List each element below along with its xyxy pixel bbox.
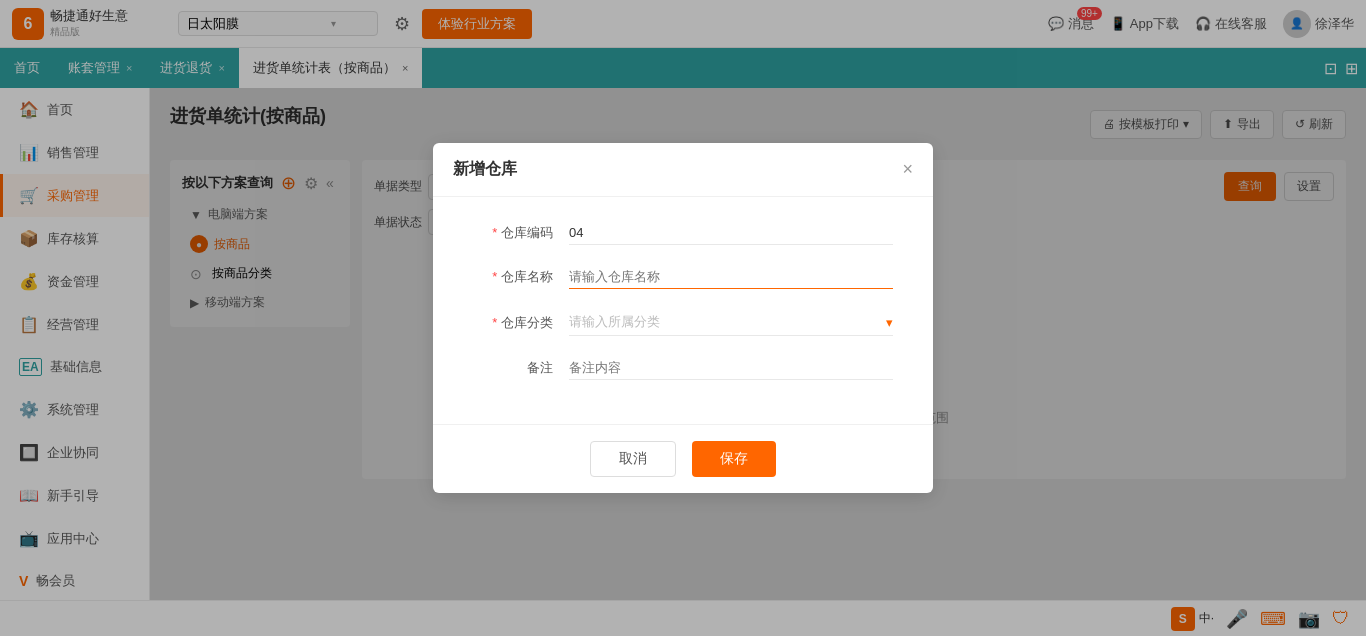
modal-close-button[interactable]: × [902, 159, 913, 180]
remark-input[interactable] [569, 356, 893, 380]
save-button[interactable]: 保存 [692, 441, 776, 477]
code-label: 仓库编码 [473, 224, 553, 242]
modal-title: 新增仓库 [453, 159, 517, 180]
remark-label: 备注 [473, 359, 553, 377]
form-item-code: 仓库编码 [473, 221, 893, 245]
name-label: 仓库名称 [473, 268, 553, 286]
name-input[interactable] [569, 265, 893, 289]
category-select[interactable]: 请输入所属分类 ▾ [569, 309, 893, 336]
code-input[interactable] [569, 221, 893, 245]
category-label: 仓库分类 [473, 314, 553, 332]
add-warehouse-modal: 新增仓库 × 仓库编码 仓库名称 仓库分类 请输入所属分类 ▾ [433, 143, 933, 493]
form-item-name: 仓库名称 [473, 265, 893, 289]
modal-body: 仓库编码 仓库名称 仓库分类 请输入所属分类 ▾ 备注 [433, 197, 933, 424]
cancel-button[interactable]: 取消 [590, 441, 676, 477]
form-item-remark: 备注 [473, 356, 893, 380]
form-item-category: 仓库分类 请输入所属分类 ▾ [473, 309, 893, 336]
category-dropdown-icon: ▾ [886, 315, 893, 330]
modal-overlay: 新增仓库 × 仓库编码 仓库名称 仓库分类 请输入所属分类 ▾ [0, 0, 1366, 636]
modal-header: 新增仓库 × [433, 143, 933, 197]
modal-footer: 取消 保存 [433, 424, 933, 493]
